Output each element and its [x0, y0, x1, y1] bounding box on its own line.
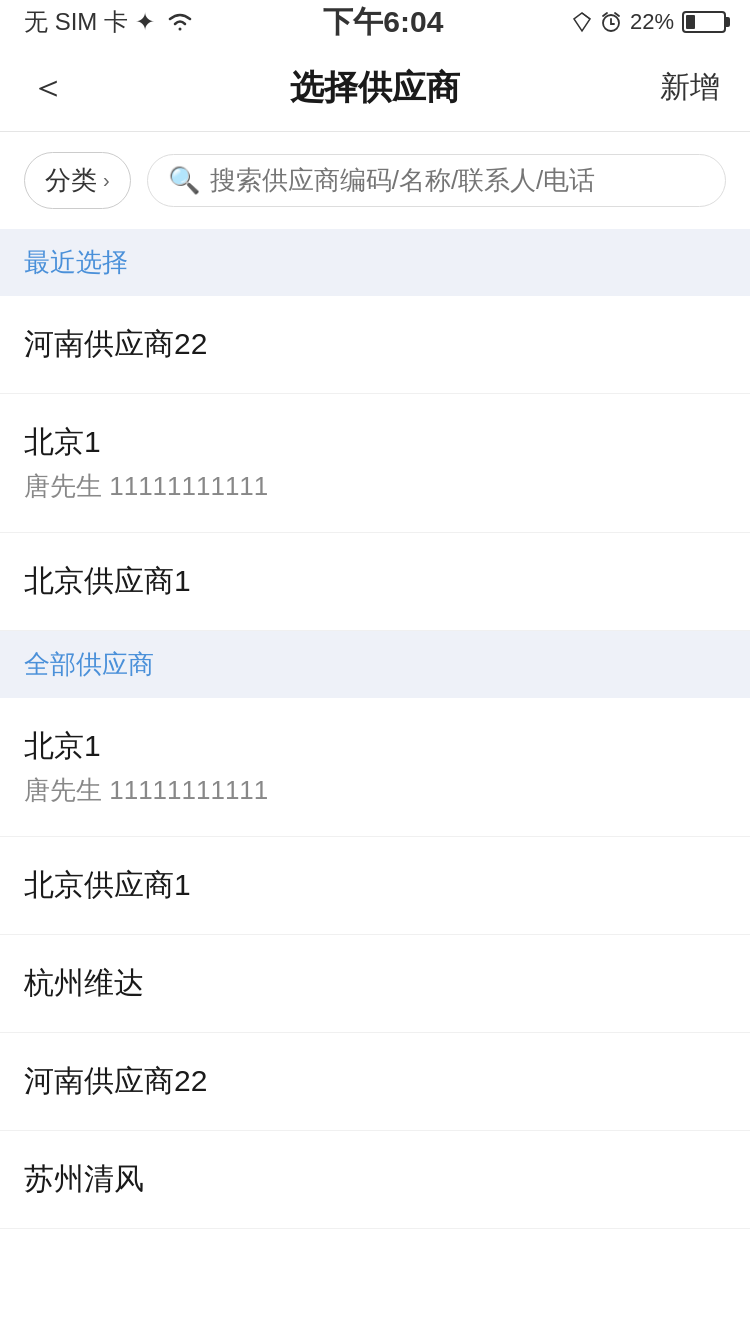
list-item[interactable]: 河南供应商22 — [0, 1033, 750, 1131]
supplier-name: 苏州清风 — [24, 1159, 726, 1200]
page-title: 选择供应商 — [290, 65, 460, 111]
search-box[interactable]: 🔍 — [147, 154, 726, 207]
supplier-name: 河南供应商22 — [24, 1061, 726, 1102]
alarm-icon — [600, 11, 622, 33]
list-item[interactable]: 苏州清风 — [0, 1131, 750, 1229]
supplier-list: 最近选择河南供应商22 北京1 唐先生 11111111111 北京供应商1 全部供应商… — [0, 229, 750, 1229]
supplier-name: 北京供应商1 — [24, 561, 726, 602]
chevron-right-icon: › — [103, 169, 110, 192]
search-input[interactable] — [210, 165, 705, 196]
status-time: 下午6:04 — [323, 2, 443, 43]
list-item[interactable]: 北京1 唐先生 11111111111 — [0, 394, 750, 533]
battery-icon — [682, 11, 726, 33]
search-icon: 🔍 — [168, 165, 200, 196]
status-bar: 无 SIM 卡 ✦ 下午6:04 22% — [0, 0, 750, 44]
supplier-contact: 唐先生 11111111111 — [24, 469, 726, 504]
back-button[interactable]: ＜ — [30, 63, 90, 112]
add-button[interactable]: 新增 — [660, 67, 720, 108]
wifi-icon — [165, 11, 195, 33]
filter-bar: 分类 › 🔍 — [0, 132, 750, 229]
location-icon — [572, 11, 592, 33]
battery-percent: 22% — [630, 9, 674, 35]
list-item[interactable]: 北京供应商1 — [0, 837, 750, 935]
supplier-contact: 唐先生 11111111111 — [24, 773, 726, 808]
supplier-name: 杭州维达 — [24, 963, 726, 1004]
list-item[interactable]: 河南供应商22 — [0, 296, 750, 394]
status-right: 22% — [572, 9, 726, 35]
section-header-recent: 最近选择 — [0, 229, 750, 296]
status-left: 无 SIM 卡 ✦ — [24, 6, 195, 38]
section-header-all: 全部供应商 — [0, 631, 750, 698]
category-button[interactable]: 分类 › — [24, 152, 131, 209]
nav-bar: ＜ 选择供应商 新增 — [0, 44, 750, 132]
category-label: 分类 — [45, 163, 97, 198]
supplier-name: 河南供应商22 — [24, 324, 726, 365]
sim-status: 无 SIM 卡 ✦ — [24, 6, 155, 38]
list-item[interactable]: 杭州维达 — [0, 935, 750, 1033]
supplier-name: 北京1 — [24, 726, 726, 767]
list-item[interactable]: 北京供应商1 — [0, 533, 750, 631]
list-item[interactable]: 北京1 唐先生 11111111111 — [0, 698, 750, 837]
supplier-name: 北京供应商1 — [24, 865, 726, 906]
supplier-name: 北京1 — [24, 422, 726, 463]
